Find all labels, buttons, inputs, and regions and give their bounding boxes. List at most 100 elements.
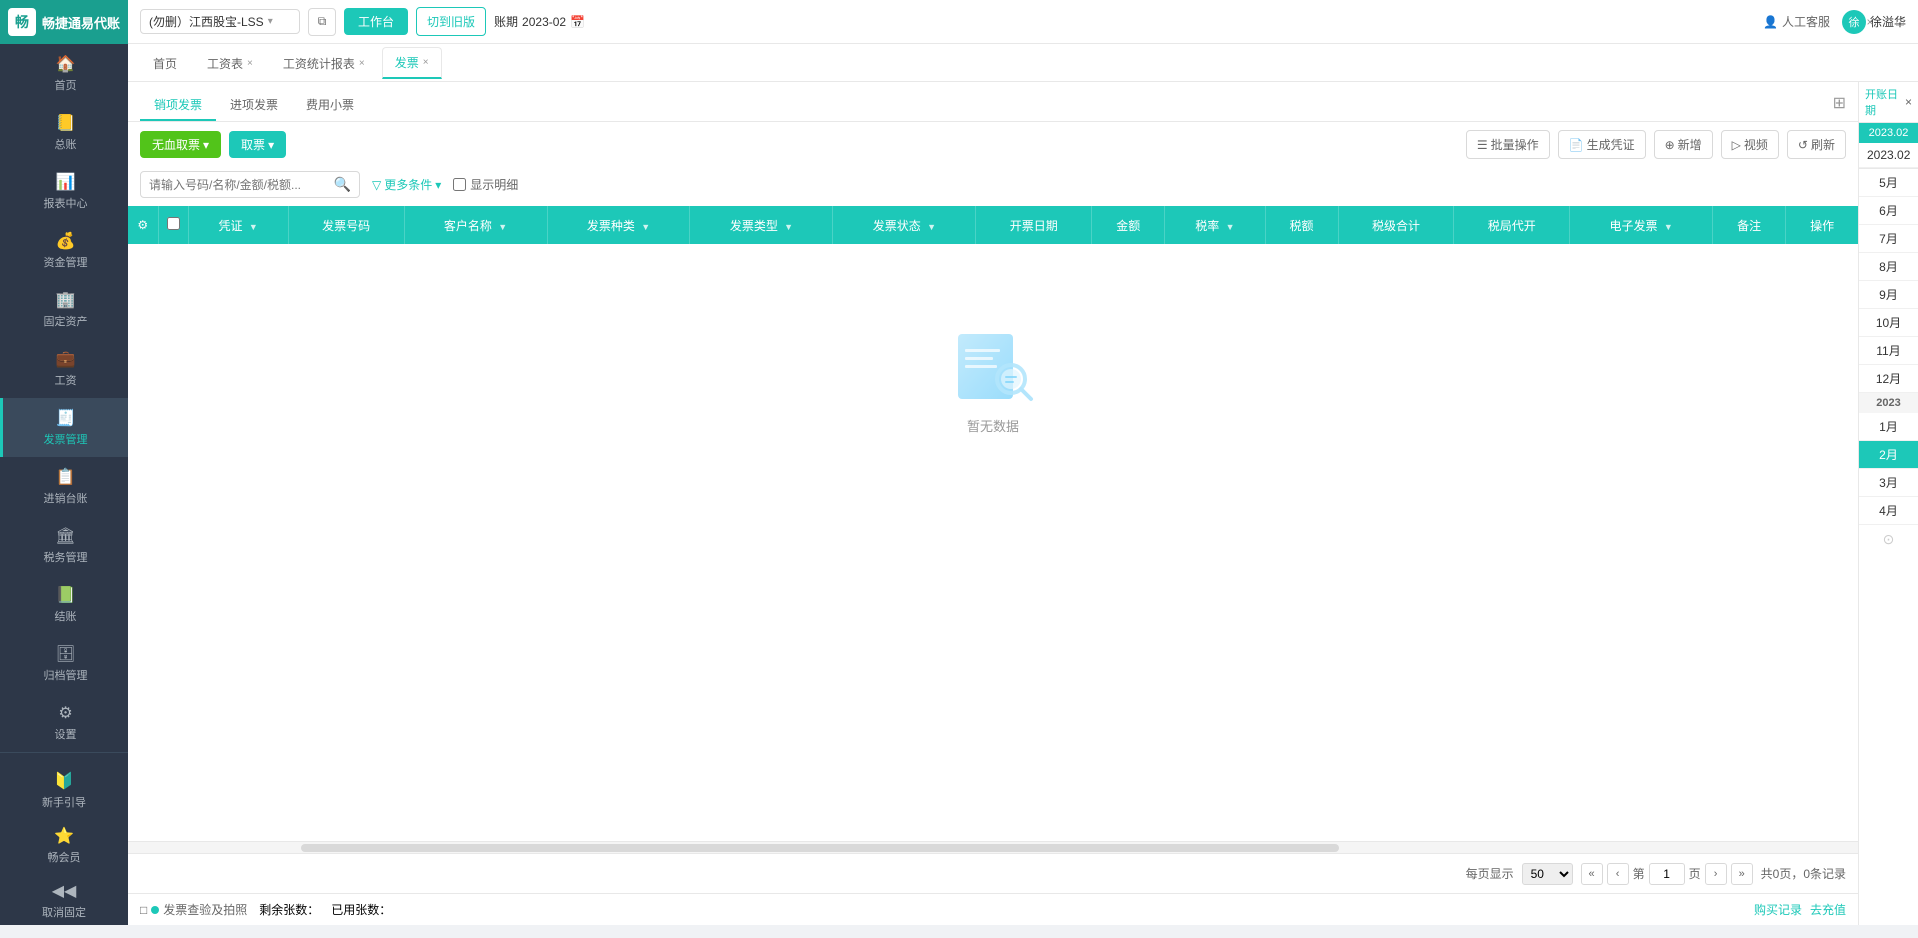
date-panel-2023-02-row2[interactable]: 2023.02 <box>1859 143 1918 168</box>
e-invoice-filter-icon[interactable]: ▼ <box>1664 222 1673 232</box>
grid-icon[interactable]: ⊞ <box>1833 93 1846 113</box>
sidebar-item-reports[interactable]: 📊 报表中心 <box>0 162 128 221</box>
voucher-filter-icon[interactable]: ▼ <box>249 222 258 232</box>
tab-invoice[interactable]: 发票 × <box>382 47 442 79</box>
recharge-link[interactable]: 去充值 <box>1810 901 1846 918</box>
tab-home[interactable]: 首页 <box>140 48 190 78</box>
date-panel-header-1[interactable]: 2023.02 <box>1859 123 1918 143</box>
th-invoice-status: 发票状态 ▼ <box>833 206 976 244</box>
batch-op-button[interactable]: ☰ 批量操作 <box>1466 130 1550 159</box>
service-icon: 👤 <box>1763 15 1778 29</box>
date-scroll-down[interactable]: ⊙ <box>1859 525 1918 554</box>
sidebar-item-payroll[interactable]: 💼 工资 <box>0 339 128 398</box>
date-panel-2m-active[interactable]: 2月 <box>1859 441 1918 469</box>
sidebar-item-close[interactable]: 📗 结账 <box>0 575 128 634</box>
sidebar-item-funds[interactable]: 💰 资金管理 <box>0 221 128 280</box>
more-filter-button[interactable]: ▽ 更多条件 ▾ <box>372 176 441 193</box>
tab-invoice-close[interactable]: × <box>423 57 429 68</box>
sub-tab-sales[interactable]: 销项发票 <box>140 90 216 121</box>
sidebar-item-home[interactable]: 🏠 首页 <box>0 44 128 103</box>
sidebar-item-ledger[interactable]: 📒 总账 <box>0 103 128 162</box>
prev-page-button[interactable]: ‹ <box>1607 863 1629 885</box>
maximize-window-button[interactable]: □ <box>1886 8 1914 36</box>
sidebar-item-unpin[interactable]: ◀◀ 取消固定 <box>0 873 128 928</box>
page-size-select[interactable]: 20 50 100 <box>1522 863 1573 885</box>
work-station-button[interactable]: 工作台 <box>344 8 408 35</box>
last-page-button[interactable]: » <box>1731 863 1753 885</box>
sub-tab-purchase[interactable]: 进项发票 <box>216 90 292 121</box>
sidebar-item-invoice[interactable]: 🧾 发票管理 <box>0 398 128 457</box>
date-panel-1m[interactable]: 1月 <box>1859 413 1918 441</box>
take-invoice-button[interactable]: 取票 ▾ <box>229 131 286 158</box>
date-panel-10m[interactable]: 10月 <box>1859 309 1918 337</box>
th-tax-total: 税级合计 <box>1338 206 1454 244</box>
batch-op-label: 批量操作 <box>1491 136 1539 153</box>
gen-voucher-button[interactable]: 📄 生成凭证 <box>1558 130 1646 159</box>
date-panel-8m[interactable]: 8月 <box>1859 253 1918 281</box>
page-number-input[interactable] <box>1649 863 1685 885</box>
open-period-btn[interactable]: 开账日期 <box>1865 86 1905 118</box>
sidebar-item-guide[interactable]: 🔰 新手引导 <box>0 763 128 818</box>
search-box: 🔍 <box>140 171 360 198</box>
no-invoice-arrow-icon: ▾ <box>203 138 209 152</box>
sidebar-label-unpin: 取消固定 <box>42 904 86 920</box>
date-panel-11m[interactable]: 11月 <box>1859 337 1918 365</box>
tax-rate-filter-icon[interactable]: ▼ <box>1226 222 1235 232</box>
th-checkbox[interactable] <box>158 206 188 244</box>
copy-button[interactable]: ⧉ <box>308 8 336 36</box>
sidebar-item-settings[interactable]: ⚙ 设置 <box>0 693 128 752</box>
tax-icon: 🏛 <box>55 526 75 546</box>
date-panel-12m[interactable]: 12月 <box>1859 365 1918 393</box>
new-invoice-button[interactable]: ⊕ 新增 <box>1654 130 1713 159</box>
tab-salary-stat[interactable]: 工资统计报表 × <box>270 48 378 78</box>
detail-checkbox-input[interactable] <box>453 178 466 191</box>
tab-salary-close[interactable]: × <box>247 58 253 69</box>
scrollbar-thumb[interactable] <box>301 844 1339 852</box>
switch-version-button[interactable]: 切到旧版 <box>416 7 486 36</box>
date-panel-5m[interactable]: 5月 <box>1859 169 1918 197</box>
customer-filter-icon[interactable]: ▼ <box>498 222 507 232</box>
no-invoice-button[interactable]: 无血取票 ▾ <box>140 131 221 158</box>
video-button[interactable]: ▷ 视频 <box>1721 130 1779 159</box>
reports-icon: 📊 <box>56 172 76 192</box>
sidebar-item-sales[interactable]: 📋 进销台账 <box>0 457 128 516</box>
invoice-type-filter-icon[interactable]: ▼ <box>641 222 650 232</box>
first-page-button[interactable]: « <box>1581 863 1603 885</box>
purchase-record-link[interactable]: 购买记录 <box>1754 901 1802 918</box>
service-label: 人工客服 <box>1782 13 1830 30</box>
th-settings[interactable]: ⚙ <box>128 206 158 244</box>
date-panel-9m[interactable]: 9月 <box>1859 281 1918 309</box>
select-all-checkbox[interactable] <box>167 217 180 230</box>
topbar: (勿删）江西股宝-LSS ▾ ⧉ 工作台 切到旧版 账期 2023-02 📅 👤… <box>128 0 1918 44</box>
sidebar-label-funds: 资金管理 <box>44 254 88 270</box>
search-icon[interactable]: 🔍 <box>334 176 351 193</box>
status-bar: □ 发票查验及拍照 剩余张数： 已用张数： 购买记录 去充值 <box>128 893 1858 925</box>
invoice-icon: 🧾 <box>56 408 76 428</box>
invoice-cat-filter-icon[interactable]: ▼ <box>784 222 793 232</box>
next-page-button[interactable]: › <box>1705 863 1727 885</box>
sidebar-item-archive[interactable]: 🗄 归档管理 <box>0 634 128 693</box>
sidebar-logo[interactable]: 畅 畅捷通易代账 <box>0 0 128 44</box>
table-header: ⚙ 凭证 ▼ 发票号码 客户名称 ▼ 发票种类 ▼ 发票类型 ▼ 发票状态 ▼ … <box>128 206 1858 244</box>
date-panel-7m[interactable]: 7月 <box>1859 225 1918 253</box>
date-panel-close-btn[interactable]: × <box>1905 95 1912 109</box>
search-input[interactable] <box>149 178 334 192</box>
date-panel-4m[interactable]: 4月 <box>1859 497 1918 525</box>
date-panel-6m[interactable]: 6月 <box>1859 197 1918 225</box>
sidebar-item-member[interactable]: ⭐ 畅会员 <box>0 818 128 873</box>
show-detail-checkbox[interactable]: 显示明细 <box>453 176 518 193</box>
refresh-button[interactable]: ↺ 刷新 <box>1787 130 1846 159</box>
empty-state: 暂无数据 <box>128 244 1858 515</box>
more-filter-label: 更多条件 <box>384 176 432 193</box>
tab-salary-stat-close[interactable]: × <box>359 58 365 69</box>
sub-tab-expense[interactable]: 费用小票 <box>292 90 368 121</box>
date-panel-3m[interactable]: 3月 <box>1859 469 1918 497</box>
sidebar-item-tax[interactable]: 🏛 税务管理 <box>0 516 128 575</box>
invoice-status-filter-icon[interactable]: ▼ <box>927 222 936 232</box>
sidebar-item-assets[interactable]: 🏢 固定资产 <box>0 280 128 339</box>
customer-service-button[interactable]: 👤 人工客服 <box>1763 13 1830 30</box>
tab-salary[interactable]: 工资表 × <box>194 48 266 78</box>
period-label: 账期 <box>494 13 518 30</box>
close-window-button[interactable]: × <box>1856 8 1884 36</box>
company-selector[interactable]: (勿删）江西股宝-LSS ▾ <box>140 9 300 34</box>
